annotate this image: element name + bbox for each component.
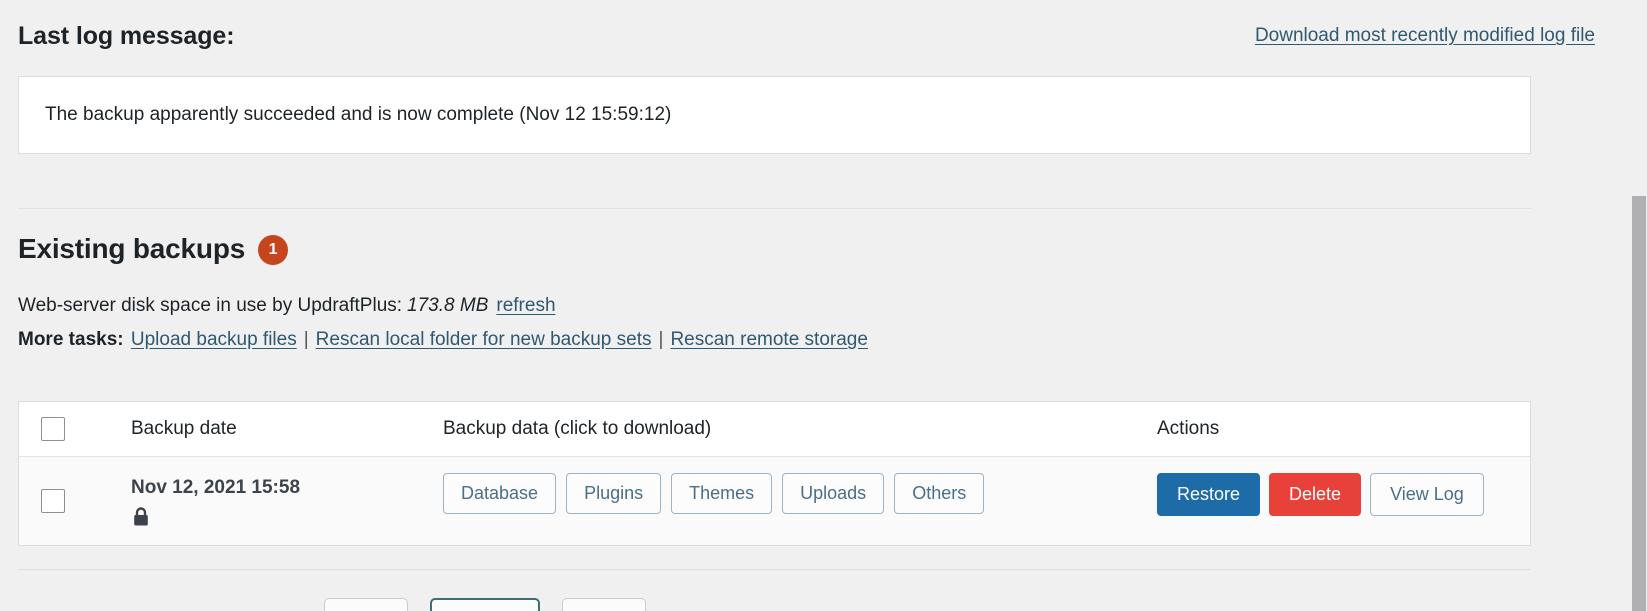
download-uploads-button[interactable]: Uploads (782, 473, 885, 514)
download-plugins-button[interactable]: Plugins (566, 473, 662, 514)
select-all-checkbox[interactable] (41, 417, 65, 441)
backup-data-buttons: Database Plugins Themes Uploads Others (443, 473, 1135, 514)
row-select-cell (19, 457, 113, 513)
header-actions: Actions (1157, 418, 1220, 439)
rescan-remote-storage-link[interactable]: Rescan remote storage (670, 329, 868, 350)
header-backup-data: Backup data (click to download) (443, 418, 712, 439)
page-title: Last log message: (18, 22, 235, 50)
disk-space-line: Web-server disk space in use by UpdraftP… (18, 295, 556, 317)
rescan-local-folder-link[interactable]: Rescan local folder for new backup sets (316, 329, 652, 350)
task-separator-2: | (658, 329, 664, 350)
lock-icon (131, 506, 151, 528)
backup-count-badge: 1 (258, 235, 289, 265)
existing-backups-title: Existing backups (18, 232, 246, 264)
existing-backups-table: Backup date Backup data (click to downlo… (18, 401, 1531, 546)
upload-backup-files-link[interactable]: Upload backup files (131, 329, 297, 350)
backup-date-value: Nov 12, 2021 15:58 (131, 477, 301, 498)
download-themes-button[interactable]: Themes (671, 473, 773, 514)
more-tasks-line: More tasks: Upload backup files | Rescan l… (18, 329, 870, 351)
row-checkbox[interactable] (41, 489, 65, 513)
header-select-all-cell (19, 417, 113, 441)
row-action-buttons: Restore Delete View Log (1157, 473, 1530, 516)
last-log-message-text: The backup apparently succeeded and is n… (45, 103, 672, 125)
restore-button[interactable]: Restore (1157, 473, 1261, 516)
existing-backups-heading: Existing backups 1 (18, 232, 289, 265)
row-backup-data-cell: Database Plugins Themes Uploads Others (443, 457, 1135, 514)
section-divider (18, 208, 1531, 209)
table-header-row: Backup date Backup data (click to downlo… (19, 402, 1530, 457)
pagination-buttons-partial (324, 598, 646, 611)
table-bottom-divider (18, 569, 1531, 570)
download-database-button[interactable]: Database (443, 473, 557, 514)
table-row: Nov 12, 2021 15:58 Database Plugins Them… (19, 457, 1530, 545)
refresh-disk-space-link[interactable]: refresh (496, 295, 555, 316)
task-separator-1: | (303, 329, 309, 350)
partial-button-left[interactable] (324, 598, 408, 611)
header-backup-date: Backup date (131, 418, 237, 439)
delete-button[interactable]: Delete (1269, 473, 1362, 516)
download-log-file-link[interactable]: Download most recently modified log file (1255, 25, 1595, 47)
disk-space-label: Web-server disk space in use by UpdraftP… (18, 295, 403, 316)
partial-button-center-active[interactable] (430, 598, 540, 611)
updraftplus-backups-page: Last log message: Download most recently… (0, 0, 1647, 611)
page-scrollbar-thumb[interactable] (1632, 196, 1646, 611)
page-scrollbar-track[interactable] (1630, 0, 1647, 611)
last-log-message-box: The backup apparently succeeded and is n… (18, 76, 1531, 154)
partial-button-right[interactable] (562, 598, 646, 611)
row-actions-cell: Restore Delete View Log (1135, 457, 1530, 516)
more-tasks-label: More tasks: (18, 329, 124, 350)
last-log-message-header: Last log message: Download most recently… (0, 0, 1613, 72)
disk-space-value: 173.8 MB (407, 295, 489, 316)
row-backup-date-cell: Nov 12, 2021 15:58 (113, 457, 443, 528)
view-log-button[interactable]: View Log (1370, 473, 1484, 516)
download-others-button[interactable]: Others (894, 473, 985, 514)
